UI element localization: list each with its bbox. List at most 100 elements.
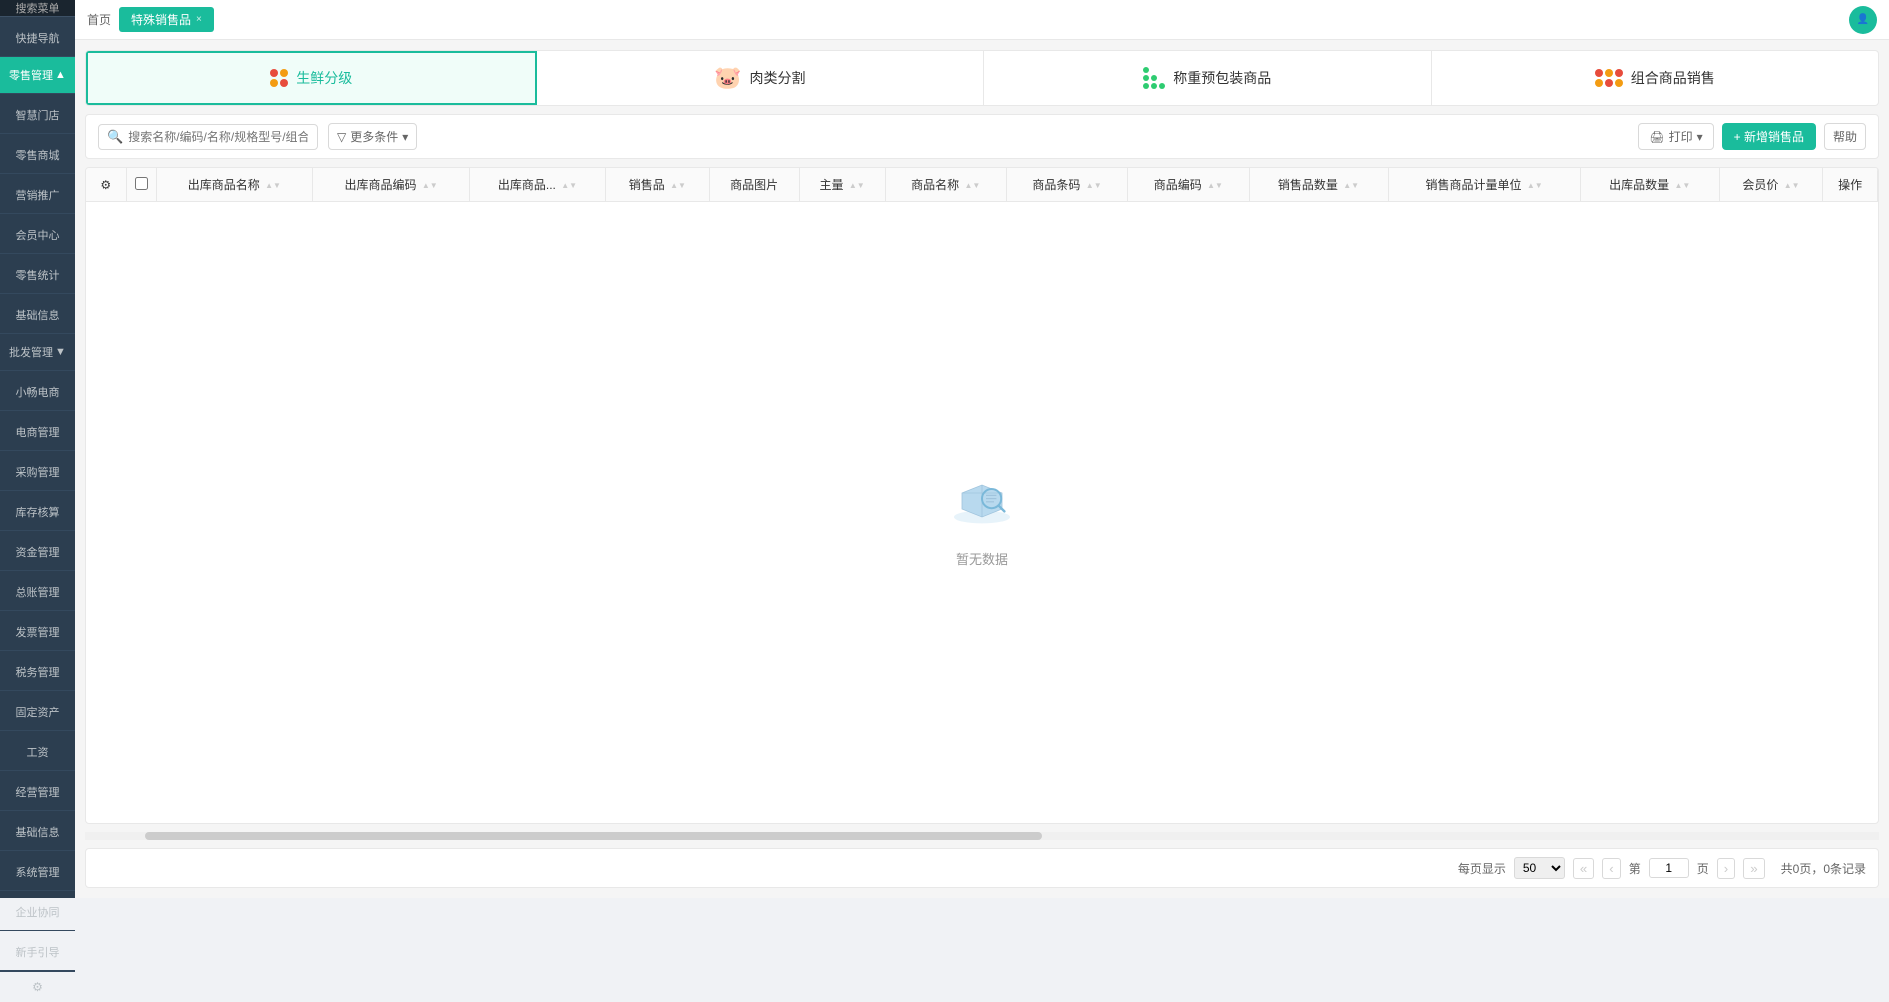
col-sale-goods[interactable]: 销售品 ▲▼	[606, 168, 710, 202]
data-table: ⚙ 出库商品名称 ▲▼ 出库商品编码 ▲▼	[86, 168, 1878, 202]
sidebar-item-retail-mall[interactable]: 零售商城	[0, 134, 75, 174]
sidebar-item-inventory[interactable]: 库存核算	[0, 491, 75, 531]
sidebar-item-quick-nav[interactable]: 快捷导航	[0, 17, 75, 57]
sidebar-item-finance[interactable]: 资金管理	[0, 531, 75, 571]
col-goods-name[interactable]: 商品名称 ▲▼	[885, 168, 1006, 202]
active-tab[interactable]: 特殊销售品 ×	[119, 7, 214, 32]
home-breadcrumb[interactable]: 首页	[87, 11, 111, 28]
help-button[interactable]: 帮助	[1824, 123, 1866, 150]
col-sale-unit[interactable]: 销售商品计量单位 ▲▼	[1388, 168, 1580, 202]
col-goods-code[interactable]: 商品编码 ▲▼	[1128, 168, 1249, 202]
col-member-price[interactable]: 会员价 ▲▼	[1719, 168, 1823, 202]
new-sale-label: + 新增销售品	[1734, 128, 1804, 145]
sort-icon: ▲▼	[1343, 181, 1359, 190]
col-main-weight[interactable]: 主量 ▲▼	[799, 168, 885, 202]
page-input[interactable]	[1649, 858, 1689, 878]
sidebar-logo[interactable]: 搜索菜单	[0, 0, 75, 17]
sidebar-item-sales-promo[interactable]: 营销推广	[0, 174, 75, 214]
empty-text: 暂无数据	[956, 549, 1008, 568]
sidebar-item-operations[interactable]: 经营管理	[0, 771, 75, 811]
search-input[interactable]	[128, 130, 308, 144]
chevron-icon: ▲	[55, 69, 66, 81]
filter-button[interactable]: ▽ 更多条件 ▾	[328, 123, 417, 150]
sidebar-item-system[interactable]: 系统管理	[0, 851, 75, 891]
help-label: 帮助	[1833, 130, 1857, 144]
sidebar-item-tax[interactable]: 税务管理	[0, 651, 75, 691]
new-sale-button[interactable]: + 新增销售品	[1722, 123, 1816, 150]
sidebar-item-label-invoice: 发票管理	[5, 624, 70, 640]
last-page-button[interactable]: »	[1743, 858, 1764, 879]
sidebar-item-label-quick-nav: 快捷导航	[5, 30, 70, 46]
user-avatar[interactable]: 👤	[1849, 6, 1877, 34]
col-out-goods-spec[interactable]: 出库商品... ▲▼	[469, 168, 605, 202]
sidebar-settings-gear[interactable]: ⚙	[0, 971, 75, 1002]
sidebar-item-label-retail-stats: 零售统计	[5, 267, 70, 283]
prev-page-button[interactable]: ‹	[1602, 858, 1620, 879]
sidebar-item-label-newbie: 新手引导	[5, 944, 70, 960]
main-content: 首页 特殊销售品 × 👤	[75, 0, 1889, 898]
scroll-thumb[interactable]	[145, 832, 1042, 840]
sidebar-item-smart-store[interactable]: 智慧门店	[0, 94, 75, 134]
per-page-select[interactable]: 50 10 20 100	[1514, 857, 1565, 879]
tab-meat-cut[interactable]: 🐷 肉类分割	[537, 51, 985, 105]
user-icon: 👤	[1857, 14, 1869, 25]
print-button[interactable]: 🖨 打印 ▾	[1638, 123, 1713, 150]
next-page-button[interactable]: ›	[1717, 858, 1735, 879]
sidebar-item-mini-app[interactable]: 小畅电商	[0, 371, 75, 411]
print-icon: 🖨	[1649, 130, 1664, 144]
col-out-goods-code[interactable]: 出库商品编码 ▲▼	[313, 168, 470, 202]
sidebar-item-general-ledger[interactable]: 总账管理	[0, 571, 75, 611]
toolbar-left: 🔍 ▽ 更多条件 ▾	[98, 123, 417, 150]
close-tab-icon[interactable]: ×	[196, 14, 202, 25]
search-box[interactable]: 🔍	[98, 124, 318, 150]
sidebar: 搜索菜单 快捷导航 零售管理 ▲ 智慧门店 零售商城 营销推广 会员中心 零售统…	[0, 0, 75, 898]
sidebar-item-retail-stats[interactable]: 零售统计	[0, 254, 75, 294]
first-page-button[interactable]: «	[1573, 858, 1594, 879]
sidebar-item-label-operations: 经营管理	[5, 784, 70, 800]
col-out-qty[interactable]: 出库品数量 ▲▼	[1580, 168, 1719, 202]
tab-combo-sales[interactable]: 组合商品销售	[1432, 51, 1879, 105]
print-arrow-icon: ▾	[1697, 130, 1703, 144]
tab-meat-cut-label: 肉类分割	[749, 68, 805, 88]
sidebar-item-label-member-center: 会员中心	[5, 227, 70, 243]
sort-icon: ▲▼	[849, 181, 865, 190]
sidebar-item-enterprise[interactable]: 企业协同	[0, 891, 75, 931]
sidebar-item-label-tax: 税务管理	[5, 664, 70, 680]
scroll-indicator[interactable]	[85, 832, 1879, 840]
sidebar-item-retail-mgmt[interactable]: 零售管理 ▲	[0, 57, 75, 94]
col-checkbox[interactable]	[126, 168, 156, 202]
search-icon: 🔍	[107, 129, 123, 145]
tab-fresh-grade-label: 生鲜分级	[296, 68, 352, 88]
col-goods-barcode[interactable]: 商品条码 ▲▼	[1006, 168, 1127, 202]
filter-icon: ▽	[337, 130, 346, 144]
page-label: 第	[1629, 860, 1641, 877]
sidebar-logo-label: 搜索菜单	[16, 0, 60, 16]
sidebar-item-label-sales-promo: 营销推广	[5, 187, 70, 203]
col-settings[interactable]: ⚙	[86, 168, 126, 202]
sidebar-item-invoice[interactable]: 发票管理	[0, 611, 75, 651]
sidebar-item-label-wholesale-mgmt: 批发管理	[9, 344, 53, 360]
sidebar-item-basic-info[interactable]: 基础信息	[0, 294, 75, 334]
sidebar-item-hr[interactable]: 工资	[0, 731, 75, 771]
sidebar-item-label-retail-mall: 零售商城	[5, 147, 70, 163]
sidebar-item-newbie[interactable]: 新手引导	[0, 931, 75, 971]
sidebar-item-base-info2[interactable]: 基础信息	[0, 811, 75, 851]
tab-fresh-grade[interactable]: 生鲜分级	[86, 51, 537, 105]
sort-icon: ▲▼	[561, 181, 577, 190]
category-tabs: 生鲜分级 🐷 肉类分割	[85, 50, 1879, 106]
sidebar-item-member-center[interactable]: 会员中心	[0, 214, 75, 254]
active-tab-label: 特殊销售品	[131, 11, 191, 28]
select-all-checkbox[interactable]	[135, 177, 148, 190]
sidebar-item-label-general-ledger: 总账管理	[5, 584, 70, 600]
sidebar-item-wholesale-mgmt[interactable]: 批发管理 ▼	[0, 334, 75, 371]
sidebar-item-ecommerce[interactable]: 电商管理	[0, 411, 75, 451]
sidebar-item-purchase[interactable]: 采购管理	[0, 451, 75, 491]
tab-weight-prepack[interactable]: 称重预包装商品	[984, 51, 1432, 105]
col-sale-qty[interactable]: 销售品数量 ▲▼	[1249, 168, 1388, 202]
col-out-goods-name[interactable]: 出库商品名称 ▲▼	[156, 168, 313, 202]
sort-icon: ▲▼	[422, 181, 438, 190]
col-goods-img[interactable]: 商品图片	[709, 168, 799, 202]
filter-label: 更多条件	[350, 128, 398, 145]
sidebar-item-fixed-assets[interactable]: 固定资产	[0, 691, 75, 731]
sort-icon: ▲▼	[670, 181, 686, 190]
